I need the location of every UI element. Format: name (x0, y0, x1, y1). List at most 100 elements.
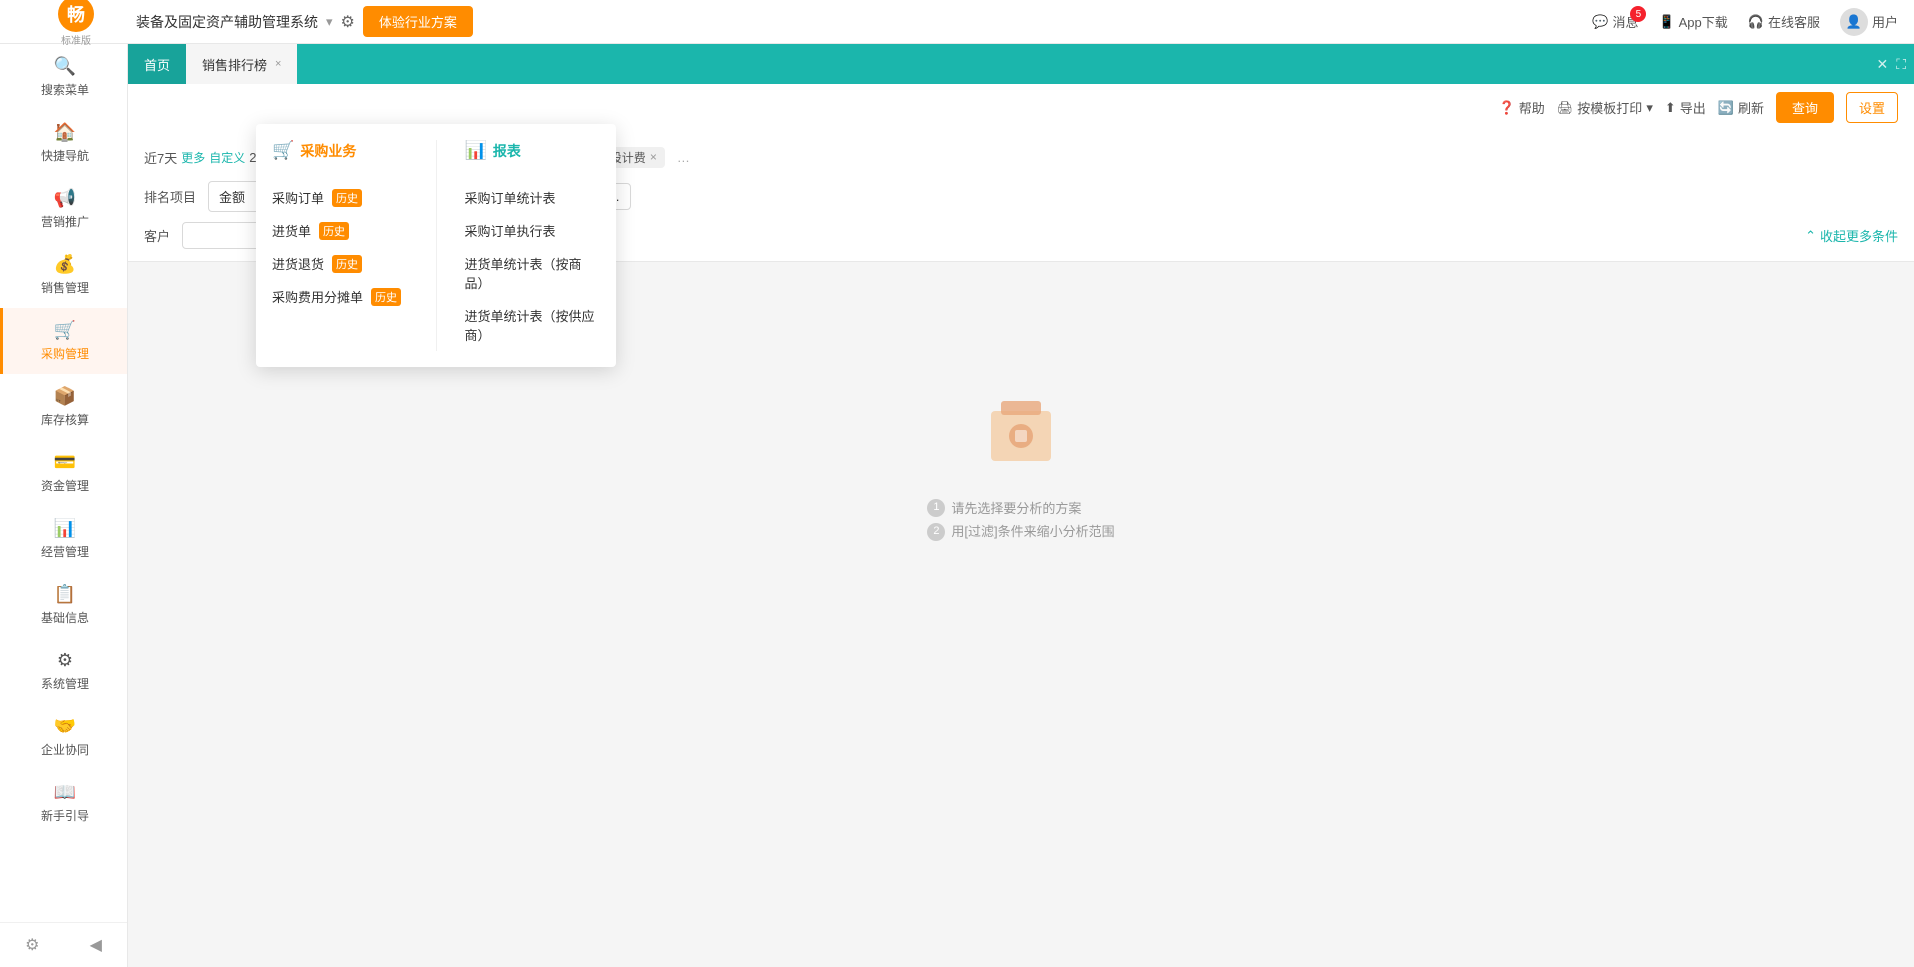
goods-more-icon[interactable]: … (677, 150, 690, 165)
sidebar-item-basic-info[interactable]: 📋 基础信息 (0, 572, 127, 638)
sidebar-item-system[interactable]: ⚙ 系统管理 (0, 638, 127, 704)
sidebar-item-inventory-label: 库存核算 (41, 411, 89, 428)
help-label: 帮助 (1519, 98, 1545, 117)
message-icon: 💬 (1592, 14, 1608, 30)
reports-col: 📊 报表 采购订单统计表 采购订单执行表 进货单统计表（按商品） (465, 140, 601, 351)
trial-button[interactable]: 体验行业方案 (363, 6, 473, 37)
sidebar: 🔍 搜索菜单 🏠 快捷导航 📢 营销推广 💰 销售管理 🛒 采购管理 📦 库存核… (0, 44, 128, 967)
marketing-icon: 📢 (54, 188, 76, 209)
system-settings-icon[interactable]: ⚙ (341, 12, 355, 32)
tip-num-1: 1 (927, 499, 945, 517)
reports-col-header: 📊 报表 (465, 140, 601, 169)
sidebar-item-guide-label: 新手引导 (41, 807, 89, 824)
dropdown-columns: 🛒 采购业务 采购订单 历史 进货单 历史 进货退货 (272, 140, 600, 351)
page-area: ❓ 帮助 🖨 按模板打印 ▾ ⬆ 导出 🔄 刷新 查询 设置 (128, 84, 1914, 967)
report-2-label: 采购订单执行表 (465, 221, 556, 240)
tab-sales-ranking[interactable]: 销售排行榜 × (186, 44, 297, 84)
sidebar-item-purchase[interactable]: 🛒 采购管理 (0, 308, 127, 374)
window-maximize-icon[interactable]: ⛶ (1896, 56, 1906, 73)
topbar-center: 装备及固定资产辅助管理系统 ▾ ⚙ 体验行业方案 (136, 6, 1592, 37)
refresh-btn[interactable]: 🔄 刷新 (1718, 98, 1764, 117)
sidebar-item-inventory[interactable]: 📦 库存核算 (0, 374, 127, 440)
collapse-filter-btn[interactable]: ⌃ 收起更多条件 (1805, 226, 1898, 245)
sidebar-item-search[interactable]: 🔍 搜索菜单 (0, 44, 127, 110)
search-icon: 🔍 (54, 56, 76, 77)
report-3-label: 进货单统计表（按商品） (465, 254, 601, 292)
window-close-icon[interactable]: ✕ (1876, 56, 1888, 73)
dropdown-item-purchase-expense[interactable]: 采购费用分摊单 历史 (272, 280, 408, 313)
sidebar-item-basic-info-label: 基础信息 (41, 609, 89, 626)
messages-btn[interactable]: 💬 消息 5 (1592, 12, 1638, 31)
online-service-btn[interactable]: 🎧 在线客服 (1748, 12, 1820, 31)
sidebar-item-enterprise[interactable]: 🤝 企业协同 (0, 704, 127, 770)
empty-illustration (971, 381, 1071, 481)
print-dropdown-icon[interactable]: ▾ (1646, 100, 1653, 116)
sidebar-collapse-btn[interactable]: ◀ (90, 935, 102, 955)
refresh-icon: 🔄 (1718, 100, 1734, 116)
guide-icon: 📖 (54, 782, 76, 803)
home-icon: 🏠 (54, 122, 76, 143)
sidebar-item-marketing[interactable]: 📢 营销推广 (0, 176, 127, 242)
goods-receipt-label: 进货单 (272, 221, 311, 240)
print-label: 按模板打印 (1577, 98, 1642, 117)
topbar-right: 💬 消息 5 📱 App下载 🎧 在线客服 👤 用户 (1592, 8, 1898, 36)
export-btn[interactable]: ⬆ 导出 (1665, 98, 1706, 117)
dropdown-item-report-1[interactable]: 采购订单统计表 (465, 181, 601, 214)
goods-return-label: 进货退货 (272, 254, 324, 273)
date-range-label: 近7天 (144, 148, 177, 167)
query-btn[interactable]: 查询 (1776, 92, 1834, 123)
dropdown-item-purchase-order[interactable]: 采购订单 历史 (272, 181, 408, 214)
purchase-expense-history-badge: 历史 (371, 288, 401, 306)
dropdown-item-report-4[interactable]: 进货单统计表（按供应商） (465, 299, 601, 351)
sidebar-item-quick-nav-label: 快捷导航 (41, 147, 89, 164)
sidebar-item-quick-nav[interactable]: 🏠 快捷导航 (0, 110, 127, 176)
app-download-btn[interactable]: 📱 App下载 (1658, 12, 1727, 31)
tip-num-2: 2 (927, 523, 945, 541)
user-label: 用户 (1872, 12, 1898, 31)
tip-text-2: 用[过滤]条件来缩小分析范围 (951, 520, 1114, 543)
user-btn[interactable]: 👤 用户 (1840, 8, 1898, 36)
sidebar-item-capital-label: 资金管理 (41, 477, 89, 494)
sidebar-item-capital[interactable]: 💳 资金管理 (0, 440, 127, 506)
print-btn[interactable]: 🖨 按模板打印 ▾ (1557, 98, 1653, 117)
basic-info-icon: 📋 (54, 584, 76, 605)
system-dropdown-icon[interactable]: ▾ (326, 14, 333, 30)
dropdown-item-goods-receipt[interactable]: 进货单 历史 (272, 214, 408, 247)
settings-btn[interactable]: 设置 (1846, 92, 1898, 123)
inventory-icon: 📦 (54, 386, 76, 407)
logo-icon: 畅 (58, 0, 94, 32)
goods-tag-close[interactable]: × (650, 150, 657, 164)
purchase-col: 🛒 采购业务 采购订单 历史 进货单 历史 进货退货 (272, 140, 408, 351)
logo-subtitle: 标准版 (61, 32, 91, 47)
customer-label: 客户 (144, 226, 170, 245)
sidebar-item-enterprise-label: 企业协同 (41, 741, 89, 758)
print-icon: 🖨 (1557, 100, 1574, 116)
sidebar-item-marketing-label: 营销推广 (41, 213, 89, 230)
purchase-dropdown-menu: 🛒 采购业务 采购订单 历史 进货单 历史 进货退货 (256, 124, 616, 367)
help-btn[interactable]: ❓ 帮助 (1499, 98, 1545, 117)
enterprise-icon: 🤝 (54, 716, 76, 737)
phone-icon: 📱 (1658, 14, 1674, 30)
purchase-order-label: 采购订单 (272, 188, 324, 207)
export-icon: ⬆ (1665, 100, 1676, 116)
tab-home-label: 首页 (144, 55, 170, 74)
sidebar-settings-btn[interactable]: ⚙ (25, 935, 39, 955)
collapse-chevron-icon: ⌃ (1805, 228, 1816, 244)
sidebar-item-sales[interactable]: 💰 销售管理 (0, 242, 127, 308)
purchase-icon: 🛒 (54, 320, 76, 341)
more-date-btn[interactable]: 更多 (181, 149, 205, 166)
purchase-col-title: 采购业务 (300, 141, 356, 161)
tip-text-1: 请先选择要分析的方案 (951, 497, 1081, 520)
dropdown-divider (436, 140, 437, 351)
dropdown-item-goods-return[interactable]: 进货退货 历史 (272, 247, 408, 280)
tab-home[interactable]: 首页 (128, 44, 186, 84)
sidebar-item-operations[interactable]: 📊 经营管理 (0, 506, 127, 572)
dropdown-item-report-2[interactable]: 采购订单执行表 (465, 214, 601, 247)
rank-item-value: 金额 (219, 187, 245, 206)
dropdown-item-report-3[interactable]: 进货单统计表（按商品） (465, 247, 601, 299)
refresh-label: 刷新 (1738, 98, 1764, 117)
sidebar-item-guide[interactable]: 📖 新手引导 (0, 770, 127, 836)
report-4-label: 进货单统计表（按供应商） (465, 306, 601, 344)
custom-date-btn[interactable]: 自定义 (209, 149, 245, 166)
tab-close-icon[interactable]: × (275, 58, 281, 70)
